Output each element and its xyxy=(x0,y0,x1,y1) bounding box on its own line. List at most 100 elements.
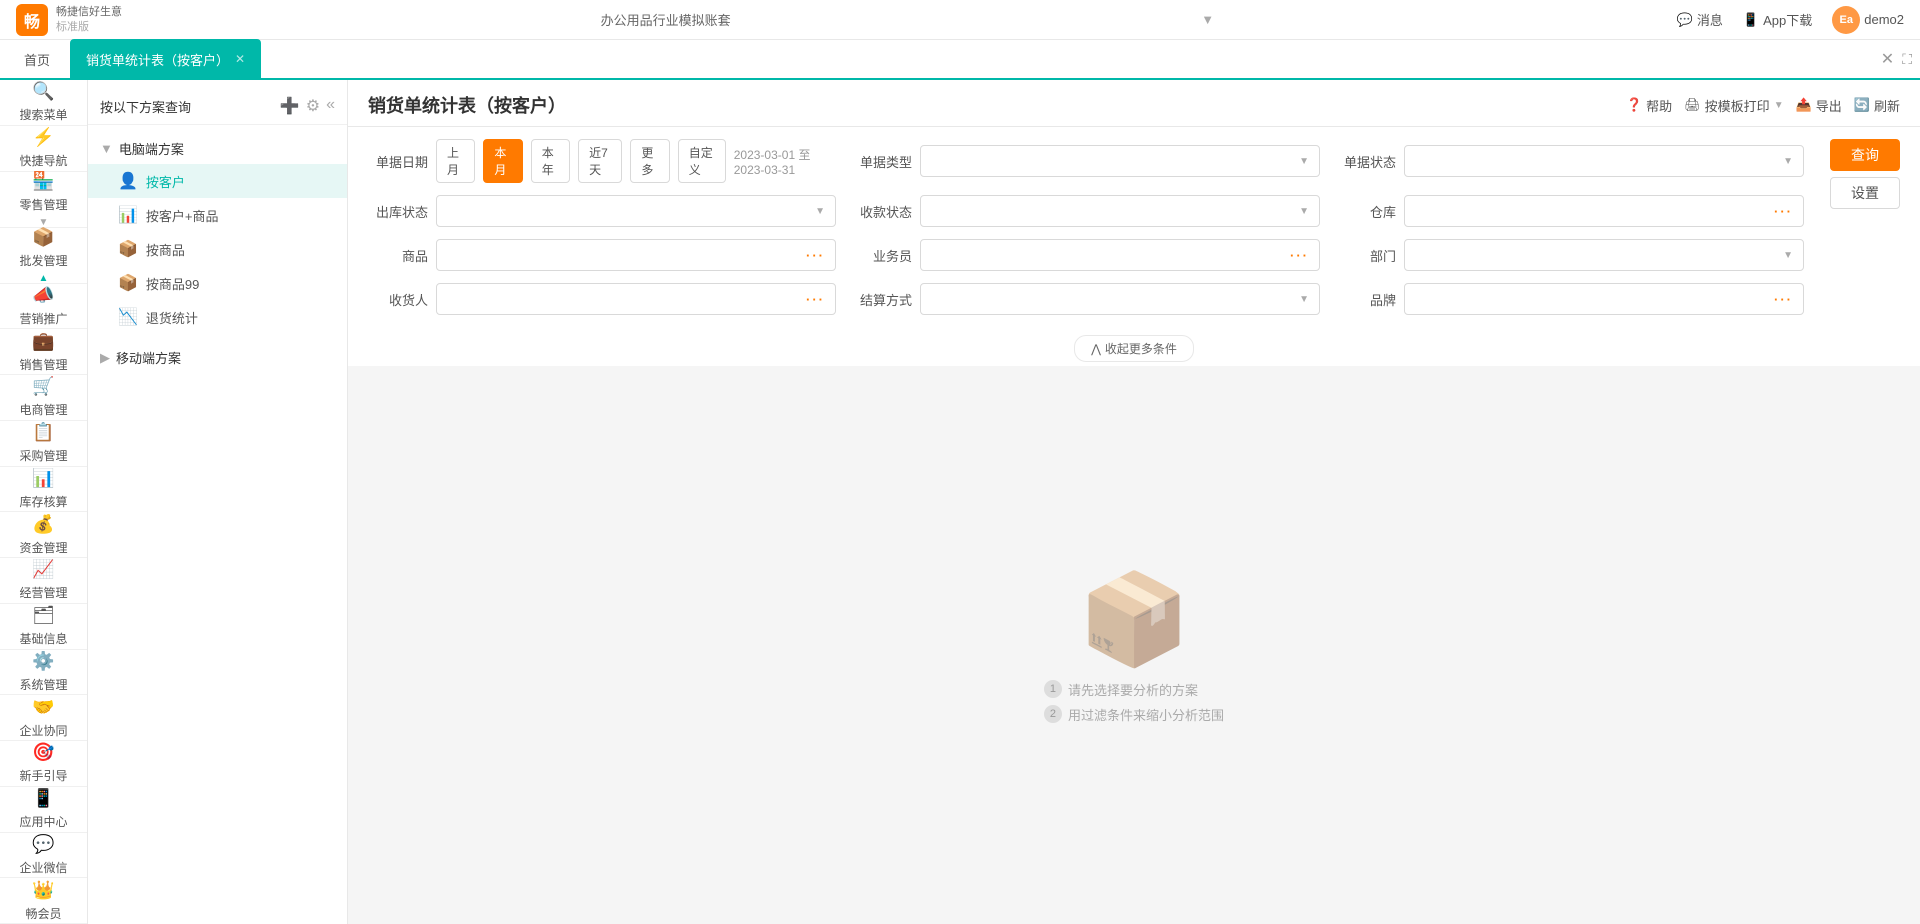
message-icon: 💬 xyxy=(1677,12,1693,28)
collapse-panel-btn[interactable]: « xyxy=(326,96,335,116)
collapse-up-icon: ⋀ xyxy=(1091,342,1101,356)
record-status-control[interactable]: ▼ xyxy=(1404,145,1804,177)
brand-control[interactable]: ··· xyxy=(1404,283,1804,315)
date-btn-custom[interactable]: 自定义 xyxy=(678,139,726,183)
receipt-status-arrow: ▼ xyxy=(1299,206,1309,217)
filter-row-3: 商品 ··· 业务员 ··· 部门 xyxy=(368,239,1900,271)
plan-item-return-stats[interactable]: 📉 退货统计 xyxy=(88,300,347,334)
brand-label: 品牌 xyxy=(1336,290,1396,309)
sidebar-item-system[interactable]: ⚙️ 系统管理 xyxy=(0,650,87,696)
empty-hints: 1 请先选择要分析的方案 2 用过滤条件来缩小分析范围 xyxy=(1044,680,1224,724)
salesperson-control[interactable]: ··· xyxy=(920,239,1320,271)
filter-field-receipt-status: 收款状态 ▼ xyxy=(852,195,1320,227)
recipient-control[interactable]: ··· xyxy=(436,283,836,315)
collapse-more-btn[interactable]: ⋀ 收起更多条件 xyxy=(1074,335,1194,362)
page-actions: ❓ 帮助 🖨 按模板打印 ▼ 📤 导出 🔄 刷新 xyxy=(1626,96,1900,115)
mobile-group-arrow: ▶ xyxy=(100,350,110,366)
sidebar-item-basics[interactable]: 🗂 基础信息 xyxy=(0,604,87,650)
date-btn-last-month[interactable]: 上月 xyxy=(436,139,475,183)
help-btn[interactable]: ❓ 帮助 xyxy=(1626,96,1672,115)
plan-item-product-99[interactable]: 📦 按商品99 xyxy=(88,266,347,300)
purchase-icon: 📋 xyxy=(32,422,54,443)
tab-bar: 首页 销货单统计表（按客户） ✕ ✕ ⛶ xyxy=(0,40,1920,80)
sidebar-item-guide[interactable]: 🎯 新手引导 xyxy=(0,741,87,787)
system-icon: ⚙️ xyxy=(32,651,54,672)
receipt-status-control[interactable]: ▼ xyxy=(920,195,1320,227)
sidebar-item-inventory[interactable]: 📊 库存核算 xyxy=(0,467,87,513)
sales-icon: 💼 xyxy=(32,331,54,352)
sidebar-item-collab[interactable]: 🤝 企业协同 xyxy=(0,695,87,741)
empty-hint-2: 2 用过滤条件来缩小分析范围 xyxy=(1044,705,1224,724)
refresh-btn[interactable]: 🔄 刷新 xyxy=(1854,96,1900,115)
sidebar-item-ecommerce[interactable]: 🛒 电商管理 xyxy=(0,375,87,421)
sidebar-item-marketing[interactable]: 📣 营销推广 xyxy=(0,284,87,330)
plan-group-mobile-header[interactable]: ▶ 移动端方案 xyxy=(88,342,347,373)
date-btn-7days[interactable]: 近7天 xyxy=(578,139,622,183)
member-icon: 👑 xyxy=(32,880,54,901)
empty-illustration: 📦 xyxy=(1078,567,1190,672)
plan-item-by-customer[interactable]: 👤 按客户 xyxy=(88,164,347,198)
product-99-label: 按商品99 xyxy=(146,274,199,293)
sidebar-item-business[interactable]: 📈 经营管理 xyxy=(0,558,87,604)
department-control[interactable]: ▼ xyxy=(1404,239,1804,271)
inventory-icon: 📊 xyxy=(32,468,54,489)
user-menu[interactable]: Ea demo2 xyxy=(1832,6,1904,34)
left-panel: 按以下方案查询 ➕ ⚙ « ▼ 电脑端方案 👤 按客户 📊 按 xyxy=(88,80,348,924)
left-panel-actions: ➕ ⚙ « xyxy=(280,96,335,116)
date-btn-this-month[interactable]: 本月 xyxy=(483,139,522,183)
settings-button[interactable]: 设置 xyxy=(1830,177,1900,209)
print-dropdown-arrow: ▼ xyxy=(1774,100,1784,111)
filter-field-salesperson: 业务员 ··· xyxy=(852,239,1320,271)
tab-home[interactable]: 首页 xyxy=(8,39,66,79)
logo-text: 畅捷信好生意 标准版 xyxy=(56,5,122,34)
date-btn-this-year[interactable]: 本年 xyxy=(531,139,570,183)
record-status-arrow: ▼ xyxy=(1783,156,1793,167)
plan-item-customer-product[interactable]: 📊 按客户+商品 xyxy=(88,198,347,232)
salesperson-label: 业务员 xyxy=(852,246,912,265)
sidebar-item-wholesale[interactable]: 📦 批发管理 ▲ xyxy=(0,228,87,284)
return-stats-label: 退货统计 xyxy=(146,308,198,327)
record-type-control[interactable]: ▼ xyxy=(920,145,1320,177)
sidebar-item-member[interactable]: 👑 畅会员 xyxy=(0,878,87,924)
filter-row-date: 单据日期 上月 本月 本年 近7天 更多 自定义 2023-03-01 至 20… xyxy=(368,139,1900,183)
date-btn-more[interactable]: 更多 xyxy=(630,139,669,183)
settlement-control[interactable]: ▼ xyxy=(920,283,1320,315)
message-btn[interactable]: 💬 消息 xyxy=(1677,10,1723,29)
sidebar-item-purchase[interactable]: 📋 采购管理 xyxy=(0,421,87,467)
product-99-icon: 📦 xyxy=(118,273,138,293)
sidebar-item-search-menu[interactable]: 🔍 搜索菜单 xyxy=(0,80,87,126)
filter-action-buttons: 查询 设置 xyxy=(1830,139,1900,209)
tab-close-btn[interactable]: ✕ xyxy=(235,52,245,66)
plan-group-desktop: ▼ 电脑端方案 👤 按客户 📊 按客户+商品 📦 按商品 📦 按商品 xyxy=(88,129,347,338)
app-download-btn[interactable]: 📱 App下载 xyxy=(1743,10,1812,29)
warehouse-control[interactable]: ··· xyxy=(1404,195,1804,227)
add-plan-btn[interactable]: ➕ xyxy=(280,96,300,116)
left-panel-header: 按以下方案查询 ➕ ⚙ « xyxy=(88,88,347,125)
guide-icon: 🎯 xyxy=(32,742,54,763)
out-status-control[interactable]: ▼ xyxy=(436,195,836,227)
content-area: 按以下方案查询 ➕ ⚙ « ▼ 电脑端方案 👤 按客户 📊 按 xyxy=(88,80,1920,924)
collapse-row: ⋀ 收起更多条件 xyxy=(348,327,1920,366)
sidebar-item-wechat[interactable]: 💬 企业微信 xyxy=(0,833,87,879)
hint-num-1: 1 xyxy=(1044,680,1062,698)
plan-item-by-product[interactable]: 📦 按商品 xyxy=(88,232,347,266)
product-control[interactable]: ··· xyxy=(436,239,836,271)
apps-icon: 📱 xyxy=(32,788,54,809)
query-button[interactable]: 查询 xyxy=(1830,139,1900,171)
industry-dropdown[interactable]: ▼ xyxy=(1201,12,1214,27)
export-btn[interactable]: 📤 导出 xyxy=(1796,96,1842,115)
template-print-btn[interactable]: 🖨 按模板打印 ▼ xyxy=(1684,96,1783,115)
sidebar-item-quick-nav[interactable]: ⚡ 快捷导航 xyxy=(0,126,87,172)
tab-sales-stats[interactable]: 销货单统计表（按客户） ✕ xyxy=(70,39,261,79)
sidebar-item-sales[interactable]: 💼 销售管理 xyxy=(0,329,87,375)
window-close-btn[interactable]: ✕ xyxy=(1881,49,1894,69)
settings-plan-btn[interactable]: ⚙ xyxy=(306,96,320,116)
sidebar-item-retail[interactable]: 🏪 零售管理 ▼ xyxy=(0,172,87,228)
by-customer-icon: 👤 xyxy=(118,171,138,191)
sidebar-item-finance[interactable]: 💰 资金管理 xyxy=(0,512,87,558)
window-max-btn[interactable]: ⛶ xyxy=(1902,51,1912,68)
product-dots: ··· xyxy=(806,248,825,263)
refresh-icon: 🔄 xyxy=(1854,97,1870,113)
plan-group-desktop-header[interactable]: ▼ 电脑端方案 xyxy=(88,133,347,164)
sidebar-item-apps[interactable]: 📱 应用中心 xyxy=(0,787,87,833)
